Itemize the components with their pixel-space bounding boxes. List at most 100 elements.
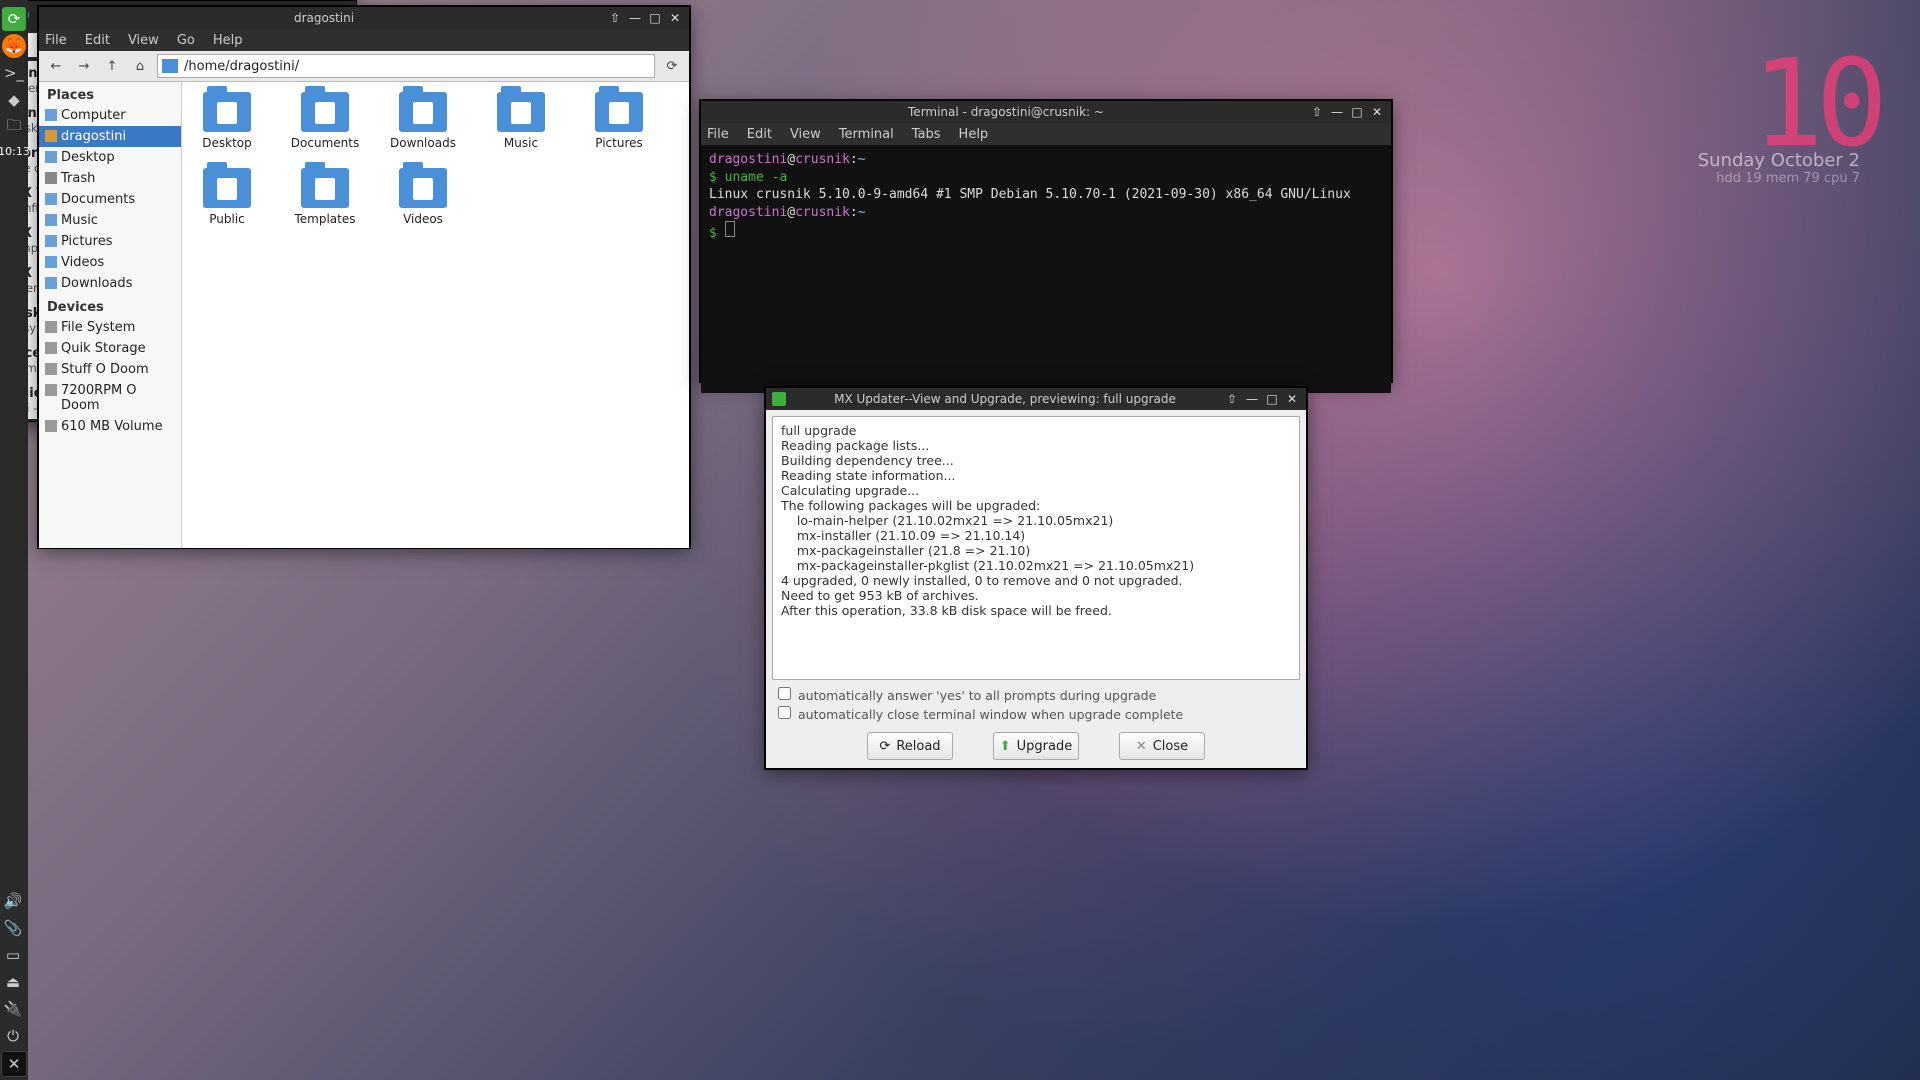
- maximize-icon[interactable]: □: [1349, 104, 1365, 120]
- minimize-icon[interactable]: —: [1244, 391, 1260, 407]
- file-manager-toolbar: ← → ↑ ⌂ /home/dragostini/ ⟳: [39, 51, 689, 82]
- close-button[interactable]: ✕Close: [1119, 732, 1205, 760]
- terminal-output[interactable]: dragostini@crusnik:~ $ uname -a Linux cr…: [701, 145, 1391, 393]
- minimize-icon[interactable]: —: [1329, 104, 1345, 120]
- folder-label: Desktop: [192, 136, 262, 150]
- sidebar-item-computer[interactable]: Computer: [39, 105, 181, 126]
- menu-edit[interactable]: Edit: [85, 33, 110, 48]
- mx-updater-window: MX Updater--View and Upgrade, previewing…: [765, 387, 1307, 769]
- menu-help[interactable]: Help: [959, 127, 989, 142]
- clip-icon[interactable]: 📎: [1, 916, 25, 940]
- nav-home-button[interactable]: ⌂: [129, 55, 151, 77]
- pin-icon[interactable]: ⇧: [1309, 104, 1325, 120]
- menu-view[interactable]: View: [128, 33, 159, 48]
- folder-label: Videos: [388, 212, 458, 226]
- auto-close-checkbox[interactable]: automatically close terminal window when…: [774, 703, 1298, 722]
- maximize-icon[interactable]: □: [647, 10, 663, 26]
- updater-indicator-icon[interactable]: ⟳: [2, 7, 26, 31]
- sidebar-item-dragostini[interactable]: dragostini: [39, 126, 181, 147]
- file-manager-title: dragostini: [45, 11, 603, 25]
- terminal-window: Terminal - dragostini@crusnik: ~ ⇧ — □ ✕…: [700, 100, 1392, 382]
- volume-icon[interactable]: 🔊: [1, 889, 25, 913]
- close-icon[interactable]: ✕: [667, 10, 683, 26]
- sidebar-item-7200rpm-o-doom[interactable]: 7200RPM O Doom: [39, 380, 181, 416]
- maximize-icon[interactable]: □: [1264, 391, 1280, 407]
- conky-stats: hdd 19 mem 79 cpu 7: [1698, 171, 1860, 186]
- address-bar[interactable]: /home/dragostini/: [157, 54, 655, 78]
- reload-icon: ⟳: [879, 739, 890, 754]
- folder-templates[interactable]: Templates: [290, 168, 360, 226]
- folder-label: Music: [486, 136, 556, 150]
- folder-desktop[interactable]: Desktop: [192, 92, 262, 150]
- sidebar-item-videos[interactable]: Videos: [39, 252, 181, 273]
- file-manager-icon-view[interactable]: Desktop Documents Downloads Music Pictures Pu…: [182, 82, 689, 548]
- file-manager-window: dragostini ⇧ — □ ✕ File Edit View Go Help ← …: [38, 6, 690, 548]
- folder-public[interactable]: Public: [192, 168, 262, 226]
- terminal-launcher-icon[interactable]: >_: [2, 61, 26, 85]
- folder-music[interactable]: Music: [486, 92, 556, 150]
- menu-terminal[interactable]: Terminal: [839, 127, 894, 142]
- menu-file[interactable]: File: [707, 127, 729, 142]
- minimize-icon[interactable]: —: [627, 10, 643, 26]
- window-icon[interactable]: ▭: [1, 943, 25, 967]
- sidebar-item-downloads[interactable]: Downloads: [39, 273, 181, 294]
- menu-tabs[interactable]: Tabs: [912, 127, 941, 142]
- sidebar-heading: Places: [39, 82, 181, 105]
- sidebar-item-documents[interactable]: Documents: [39, 189, 181, 210]
- menu-file[interactable]: File: [45, 33, 67, 48]
- sidebar-item-quik-storage[interactable]: Quik Storage: [39, 338, 181, 359]
- address-path: /home/dragostini/: [184, 59, 299, 74]
- reload-button[interactable]: ⟳: [661, 55, 683, 77]
- folder-icon: [301, 168, 349, 208]
- folder-icon: [162, 59, 178, 73]
- taskbar-clock: 10:13: [0, 146, 30, 158]
- usb-icon[interactable]: 🔌: [1, 997, 25, 1021]
- sidebar-item-desktop[interactable]: Desktop: [39, 147, 181, 168]
- close-icon[interactable]: ✕: [1284, 391, 1300, 407]
- file-manager-menubar: File Edit View Go Help: [39, 29, 689, 51]
- power-icon[interactable]: ⏻: [1, 1024, 25, 1048]
- terminal-command: $ uname -a: [709, 170, 787, 185]
- pin-icon[interactable]: ⇧: [607, 10, 623, 26]
- mx-updater-title: MX Updater--View and Upgrade, previewing…: [790, 392, 1220, 406]
- terminal-stdout: Linux crusnik 5.10.0-9-amd64 #1 SMP Debi…: [709, 187, 1351, 202]
- sidebar-item-610-mb-volume[interactable]: 610 MB Volume: [39, 416, 181, 437]
- firefox-icon[interactable]: 🦊: [2, 34, 26, 58]
- version-stamp: 10: [1752, 35, 1881, 174]
- conky-widget: Sunday October 2 hdd 19 mem 79 cpu 7: [1698, 150, 1860, 186]
- taskbar: ⟳ 🦊 >_ ◆ 🗀 10:13 🔊 📎 ▭ ⏏ 🔌 ⏻ ✕: [0, 0, 28, 1080]
- nav-forward-button[interactable]: →: [73, 55, 95, 77]
- nav-up-button[interactable]: ↑: [101, 55, 123, 77]
- upgrade-button[interactable]: ⬆Upgrade: [993, 732, 1079, 760]
- reload-button[interactable]: ⟳Reload: [867, 732, 953, 760]
- sidebar-item-file-system[interactable]: File System: [39, 317, 181, 338]
- upgrade-log[interactable]: full upgrade Reading package lists... Bu…: [772, 416, 1300, 680]
- mx-updater-titlebar[interactable]: MX Updater--View and Upgrade, previewing…: [766, 388, 1306, 410]
- file-manager-titlebar[interactable]: dragostini ⇧ — □ ✕: [39, 7, 689, 29]
- menu-edit[interactable]: Edit: [747, 127, 772, 142]
- terminal-title: Terminal - dragostini@crusnik: ~: [707, 105, 1305, 119]
- terminal-cursor: [725, 221, 735, 237]
- sidebar-item-trash[interactable]: Trash: [39, 168, 181, 189]
- close-icon[interactable]: ✕: [1369, 104, 1385, 120]
- folder-label: Documents: [290, 136, 360, 150]
- eject-icon[interactable]: ⏏: [1, 970, 25, 994]
- folder-documents[interactable]: Documents: [290, 92, 360, 150]
- folder-icon: [203, 168, 251, 208]
- auto-yes-checkbox[interactable]: automatically answer 'yes' to all prompt…: [774, 684, 1298, 703]
- folder-videos[interactable]: Videos: [388, 168, 458, 226]
- pin-icon[interactable]: ⇧: [1224, 391, 1240, 407]
- menu-help[interactable]: Help: [213, 33, 243, 48]
- menu-go[interactable]: Go: [177, 33, 195, 48]
- menu-view[interactable]: View: [790, 127, 821, 142]
- mx-tools-icon[interactable]: ◆: [2, 88, 26, 112]
- sidebar-item-pictures[interactable]: Pictures: [39, 231, 181, 252]
- nav-back-button[interactable]: ←: [45, 55, 67, 77]
- file-manager-launcher-icon[interactable]: 🗀: [2, 115, 26, 139]
- folder-pictures[interactable]: Pictures: [584, 92, 654, 150]
- menu-icon[interactable]: ✕: [1, 1051, 27, 1077]
- terminal-titlebar[interactable]: Terminal - dragostini@crusnik: ~ ⇧ — □ ✕: [701, 101, 1391, 123]
- sidebar-item-stuff-o-doom[interactable]: Stuff O Doom: [39, 359, 181, 380]
- folder-downloads[interactable]: Downloads: [388, 92, 458, 150]
- sidebar-item-music[interactable]: Music: [39, 210, 181, 231]
